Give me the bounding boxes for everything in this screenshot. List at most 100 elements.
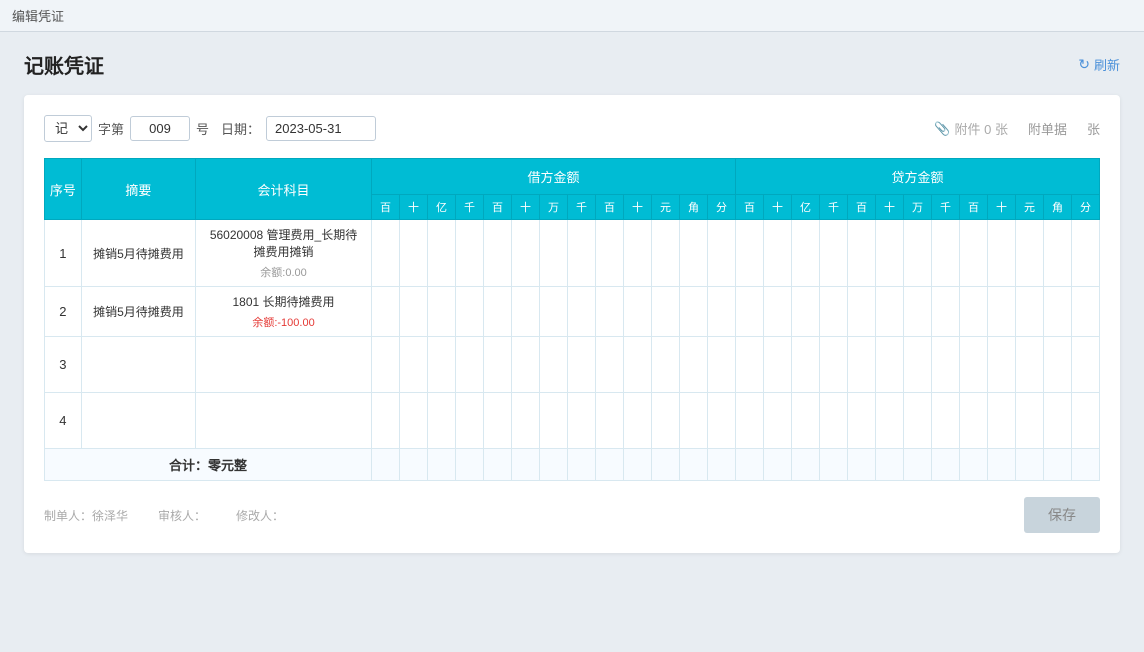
row1-d6[interactable] [511, 220, 539, 287]
row3-c6[interactable] [875, 337, 903, 393]
row1-d4[interactable] [455, 220, 483, 287]
row2-d1[interactable] [371, 287, 399, 337]
row3-d10[interactable] [623, 337, 651, 393]
row1-d8[interactable] [567, 220, 595, 287]
row4-c12[interactable] [1043, 393, 1071, 449]
row3-summary[interactable] [81, 337, 195, 393]
row2-d5[interactable] [483, 287, 511, 337]
row1-d10[interactable] [623, 220, 651, 287]
row2-c1[interactable] [735, 287, 763, 337]
row1-c8[interactable] [931, 220, 959, 287]
row2-d6[interactable] [511, 287, 539, 337]
row3-d13[interactable] [707, 337, 735, 393]
row2-c13[interactable] [1071, 287, 1099, 337]
row2-summary[interactable]: 摊销5月待摊费用 [81, 287, 195, 337]
row4-d10[interactable] [623, 393, 651, 449]
row2-c12[interactable] [1043, 287, 1071, 337]
row2-d3[interactable] [427, 287, 455, 337]
row2-account[interactable]: 1801 长期待摊费用 余额:-100.00 [196, 287, 372, 337]
row3-c12[interactable] [1043, 337, 1071, 393]
row3-c1[interactable] [735, 337, 763, 393]
row4-c8[interactable] [931, 393, 959, 449]
row3-c2[interactable] [763, 337, 791, 393]
row4-c11[interactable] [1015, 393, 1043, 449]
row3-d5[interactable] [483, 337, 511, 393]
row4-d3[interactable] [427, 393, 455, 449]
row1-c2[interactable] [763, 220, 791, 287]
row3-d8[interactable] [567, 337, 595, 393]
row4-d7[interactable] [539, 393, 567, 449]
row2-d7[interactable] [539, 287, 567, 337]
row3-c11[interactable] [1015, 337, 1043, 393]
row1-d1[interactable] [371, 220, 399, 287]
row3-c8[interactable] [931, 337, 959, 393]
row2-c8[interactable] [931, 287, 959, 337]
row1-d5[interactable] [483, 220, 511, 287]
row3-d12[interactable] [679, 337, 707, 393]
row3-c9[interactable] [959, 337, 987, 393]
row1-account[interactable]: 56020008 管理费用_长期待摊费用摊销 余额:0.00 [196, 220, 372, 287]
row1-d11[interactable] [651, 220, 679, 287]
row4-account[interactable] [196, 393, 372, 449]
row2-d12[interactable] [679, 287, 707, 337]
row2-c3[interactable] [791, 287, 819, 337]
row4-c2[interactable] [763, 393, 791, 449]
row2-c10[interactable] [987, 287, 1015, 337]
row2-d4[interactable] [455, 287, 483, 337]
row2-d8[interactable] [567, 287, 595, 337]
row3-d1[interactable] [371, 337, 399, 393]
row3-d7[interactable] [539, 337, 567, 393]
row4-c1[interactable] [735, 393, 763, 449]
row1-d7[interactable] [539, 220, 567, 287]
row3-d6[interactable] [511, 337, 539, 393]
row3-c5[interactable] [847, 337, 875, 393]
row2-d11[interactable] [651, 287, 679, 337]
row2-c5[interactable] [847, 287, 875, 337]
row4-c9[interactable] [959, 393, 987, 449]
row4-d5[interactable] [483, 393, 511, 449]
row1-c11[interactable] [1015, 220, 1043, 287]
voucher-number-input[interactable] [130, 116, 190, 141]
row4-d4[interactable] [455, 393, 483, 449]
row4-d6[interactable] [511, 393, 539, 449]
row2-c7[interactable] [903, 287, 931, 337]
row3-c4[interactable] [819, 337, 847, 393]
row4-c13[interactable] [1071, 393, 1099, 449]
voucher-type-select[interactable]: 记 [44, 115, 92, 142]
row4-d11[interactable] [651, 393, 679, 449]
row1-c7[interactable] [903, 220, 931, 287]
row3-c13[interactable] [1071, 337, 1099, 393]
row1-c3[interactable] [791, 220, 819, 287]
row1-d12[interactable] [679, 220, 707, 287]
row1-c1[interactable] [735, 220, 763, 287]
row2-d9[interactable] [595, 287, 623, 337]
row2-c11[interactable] [1015, 287, 1043, 337]
row1-c13[interactable] [1071, 220, 1099, 287]
row1-d3[interactable] [427, 220, 455, 287]
row1-c9[interactable] [959, 220, 987, 287]
row3-c10[interactable] [987, 337, 1015, 393]
row1-c4[interactable] [819, 220, 847, 287]
row3-c7[interactable] [903, 337, 931, 393]
row3-account[interactable] [196, 337, 372, 393]
row4-d1[interactable] [371, 393, 399, 449]
row1-d9[interactable] [595, 220, 623, 287]
attach-bill-label[interactable]: 附单据 [1028, 119, 1067, 138]
row2-c9[interactable] [959, 287, 987, 337]
row1-c10[interactable] [987, 220, 1015, 287]
row4-c6[interactable] [875, 393, 903, 449]
row4-c7[interactable] [903, 393, 931, 449]
row4-d8[interactable] [567, 393, 595, 449]
row4-c4[interactable] [819, 393, 847, 449]
row4-c5[interactable] [847, 393, 875, 449]
row1-c12[interactable] [1043, 220, 1071, 287]
row3-c3[interactable] [791, 337, 819, 393]
row4-c3[interactable] [791, 393, 819, 449]
row2-d10[interactable] [623, 287, 651, 337]
row2-d13[interactable] [707, 287, 735, 337]
row3-d2[interactable] [399, 337, 427, 393]
refresh-button[interactable]: ↻ 刷新 [1078, 55, 1120, 74]
row4-d9[interactable] [595, 393, 623, 449]
row3-d11[interactable] [651, 337, 679, 393]
row1-summary[interactable]: 摊销5月待摊费用 [81, 220, 195, 287]
